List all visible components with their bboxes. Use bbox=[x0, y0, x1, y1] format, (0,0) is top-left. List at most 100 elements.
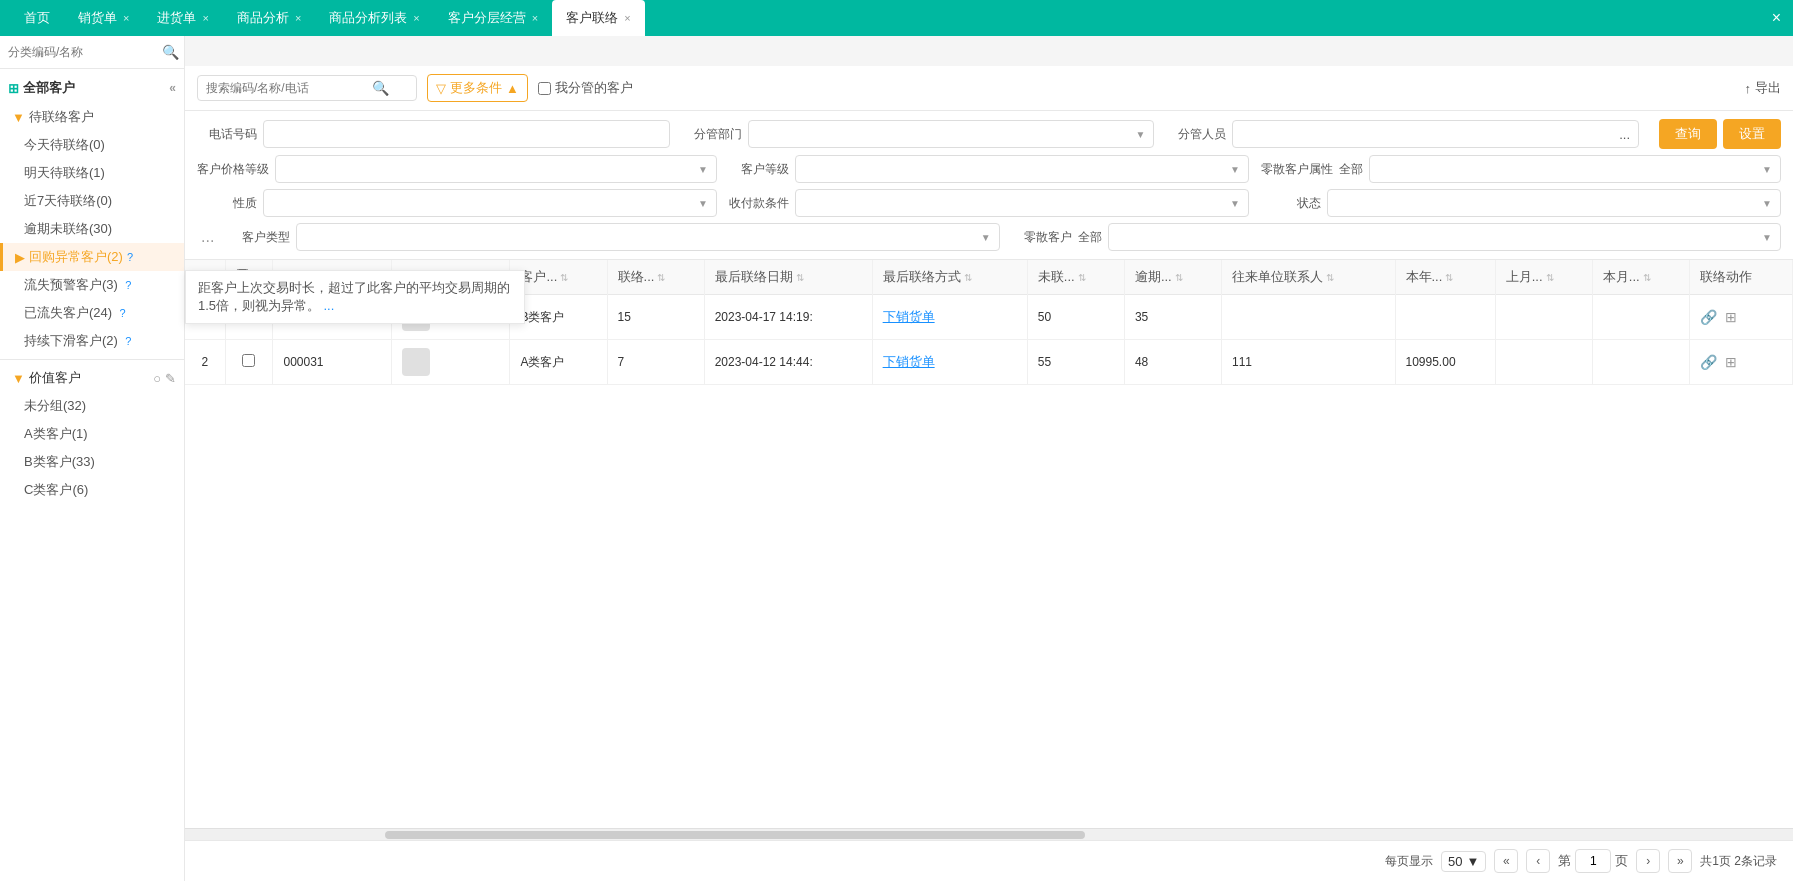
nav-sales-order-close[interactable]: × bbox=[123, 12, 129, 24]
filter-dept-field: 分管部门 ▼ bbox=[682, 120, 1155, 148]
export-button[interactable]: ↑ 导出 bbox=[1745, 79, 1782, 97]
close-all-button[interactable]: × bbox=[1772, 9, 1781, 27]
page-last-btn[interactable]: » bbox=[1668, 849, 1692, 873]
sidebar-item-churn-warning[interactable]: 流失预警客户(3) ? bbox=[0, 271, 184, 299]
row1-way[interactable]: 下销货单 bbox=[872, 295, 1027, 340]
sidebar-item-overdue[interactable]: 逾期未联络(30) bbox=[0, 215, 184, 243]
page-number-input[interactable] bbox=[1575, 849, 1611, 873]
sidebar-pending-section[interactable]: ▼ 待联络客户 bbox=[0, 103, 184, 131]
filter-price-field: 客户价格等级 ▼ bbox=[197, 155, 717, 183]
th-contact[interactable]: 联络...⇅ bbox=[607, 260, 704, 295]
row2-checkbox[interactable] bbox=[225, 340, 273, 385]
sidebar-item-tomorrow[interactable]: 明天待联络(1) bbox=[0, 159, 184, 187]
sidebar-item-a-class[interactable]: A类客户(1) bbox=[0, 420, 184, 448]
sort-tmonth-icon: ⇅ bbox=[1643, 272, 1651, 283]
sidebar-item-today[interactable]: 今天待联络(0) bbox=[0, 131, 184, 159]
nav-home[interactable]: 首页 bbox=[10, 0, 64, 36]
th-overdue[interactable]: 逾期...⇅ bbox=[1124, 260, 1221, 295]
page-first-btn[interactable]: « bbox=[1494, 849, 1518, 873]
row2-avatar bbox=[402, 348, 430, 376]
filter-customer-level-field: 客户等级 ▼ bbox=[729, 155, 1249, 183]
page-next-btn[interactable]: › bbox=[1636, 849, 1660, 873]
nav-purchase-order-close[interactable]: × bbox=[202, 12, 208, 24]
sidebar-search-icon[interactable]: 🔍 bbox=[162, 44, 179, 60]
nav-purchase-order[interactable]: 进货单 × bbox=[143, 0, 222, 36]
sidebar-value-customers[interactable]: ▼ 价值客户 ○ ✎ bbox=[0, 364, 184, 392]
row2-index: 2 bbox=[185, 340, 225, 385]
sidebar-item-c-class[interactable]: C类客户(6) bbox=[0, 476, 184, 504]
nav-customer-tier-close[interactable]: × bbox=[532, 12, 538, 24]
repurchase-help-icon[interactable]: ? bbox=[127, 251, 133, 263]
row2-lmonth bbox=[1495, 340, 1592, 385]
nav-product-analysis-list[interactable]: 商品分析列表 × bbox=[315, 0, 433, 36]
filter-search-input[interactable] bbox=[206, 81, 366, 95]
sort-contact-icon: ⇅ bbox=[657, 272, 665, 283]
th-last-contact-way[interactable]: 最后联络方式⇅ bbox=[872, 260, 1027, 295]
page-prev-btn[interactable]: ‹ bbox=[1526, 849, 1550, 873]
sidebar-item-declining[interactable]: 持续下滑客户(2) ? bbox=[0, 327, 184, 355]
my-customer-checkbox[interactable] bbox=[538, 82, 551, 95]
row1-year bbox=[1395, 295, 1495, 340]
sidebar-search-input[interactable] bbox=[8, 45, 158, 59]
row1-overdue: 35 bbox=[1124, 295, 1221, 340]
row1-link-icon[interactable]: 🔗 bbox=[1700, 309, 1717, 325]
phone-input[interactable] bbox=[263, 120, 670, 148]
sidebar-all-customers[interactable]: ⊞ 全部客户 « bbox=[0, 73, 184, 103]
sort-unreached-icon: ⇅ bbox=[1078, 272, 1086, 283]
th-last-month[interactable]: 上月...⇅ bbox=[1495, 260, 1592, 295]
sidebar-edit-icon[interactable]: ✎ bbox=[165, 371, 176, 386]
filter-search-box: 🔍 bbox=[197, 75, 417, 101]
nav-customer-tier[interactable]: 客户分层经营 × bbox=[434, 0, 552, 36]
th-this-month[interactable]: 本月...⇅ bbox=[1592, 260, 1689, 295]
filter-row-2: 客户价格等级 ▼ 客户等级 ▼ 零散客户属性 全部 ▼ bbox=[197, 155, 1781, 183]
row2-way[interactable]: 下销货单 bbox=[872, 340, 1027, 385]
th-unreached[interactable]: 未联...⇅ bbox=[1027, 260, 1124, 295]
payment-select[interactable]: ▼ bbox=[795, 189, 1249, 217]
sidebar-item-unassigned[interactable]: 未分组(32) bbox=[0, 392, 184, 420]
sidebar-divider bbox=[0, 359, 184, 360]
customer-type-select[interactable]: ▼ bbox=[296, 223, 999, 251]
row2-check[interactable] bbox=[242, 354, 255, 367]
sort-way-icon: ⇅ bbox=[964, 272, 972, 283]
customer-level-select[interactable]: ▼ bbox=[795, 155, 1249, 183]
row2-link-icon[interactable]: 🔗 bbox=[1700, 354, 1717, 370]
more-filter-dots[interactable]: ... bbox=[197, 228, 218, 246]
retail-customer-select[interactable]: ▼ bbox=[1108, 223, 1781, 251]
query-button[interactable]: 查询 bbox=[1659, 119, 1717, 149]
filter-more-conditions[interactable]: ▽ 更多条件 ▲ bbox=[427, 74, 528, 102]
sidebar-item-repurchase[interactable]: ▶ 回购异常客户(2) ? bbox=[0, 243, 184, 271]
row2-grid-icon[interactable]: ⊞ bbox=[1725, 354, 1737, 370]
export-icon: ↑ bbox=[1745, 81, 1752, 96]
h-scroll-bar[interactable] bbox=[185, 828, 1793, 840]
nav-sales-order[interactable]: 销货单 × bbox=[64, 0, 143, 36]
filter-search-icon[interactable]: 🔍 bbox=[372, 80, 389, 96]
sidebar-refresh-icon[interactable]: ○ bbox=[153, 371, 161, 386]
th-company-contact[interactable]: 往来单位联系人⇅ bbox=[1222, 260, 1396, 295]
filter-my-customer[interactable]: 我分管的客户 bbox=[538, 79, 633, 97]
nav-product-analysis-close[interactable]: × bbox=[295, 12, 301, 24]
setting-button[interactable]: 设置 bbox=[1723, 119, 1781, 149]
row1-date: 2023-04-17 14:19: bbox=[704, 295, 872, 340]
nav-customer-contact-close[interactable]: × bbox=[624, 12, 630, 24]
page-size-select[interactable]: 50 ▼ bbox=[1441, 851, 1486, 872]
row1-tmonth bbox=[1592, 295, 1689, 340]
sidebar-item-churned[interactable]: 已流失客户(24) ? bbox=[0, 299, 184, 327]
th-last-contact-date[interactable]: 最后联络日期⇅ bbox=[704, 260, 872, 295]
th-this-year[interactable]: 本年...⇅ bbox=[1395, 260, 1495, 295]
gender-select[interactable]: ▼ bbox=[263, 189, 717, 217]
nav-customer-contact[interactable]: 客户联络 × bbox=[552, 0, 644, 36]
sidebar-item-7days[interactable]: 近7天待联络(0) bbox=[0, 187, 184, 215]
dept-select[interactable]: ▼ bbox=[748, 120, 1155, 148]
status-select[interactable]: ▼ bbox=[1327, 189, 1781, 217]
h-scroll-thumb[interactable] bbox=[385, 831, 1085, 839]
nav-product-analysis[interactable]: 商品分析 × bbox=[223, 0, 315, 36]
filter-btn-group: 查询 设置 bbox=[1659, 119, 1781, 149]
price-level-select[interactable]: ▼ bbox=[275, 155, 717, 183]
row1-grid-icon[interactable]: ⊞ bbox=[1725, 309, 1737, 325]
retail-attr-select[interactable]: ▼ bbox=[1369, 155, 1781, 183]
sidebar-item-b-class[interactable]: B类客户(33) bbox=[0, 448, 184, 476]
sort-company-icon: ⇅ bbox=[1326, 272, 1334, 283]
dots-more[interactable]: ... bbox=[323, 298, 334, 313]
person-select[interactable]: ... bbox=[1232, 120, 1639, 148]
nav-product-analysis-list-close[interactable]: × bbox=[413, 12, 419, 24]
